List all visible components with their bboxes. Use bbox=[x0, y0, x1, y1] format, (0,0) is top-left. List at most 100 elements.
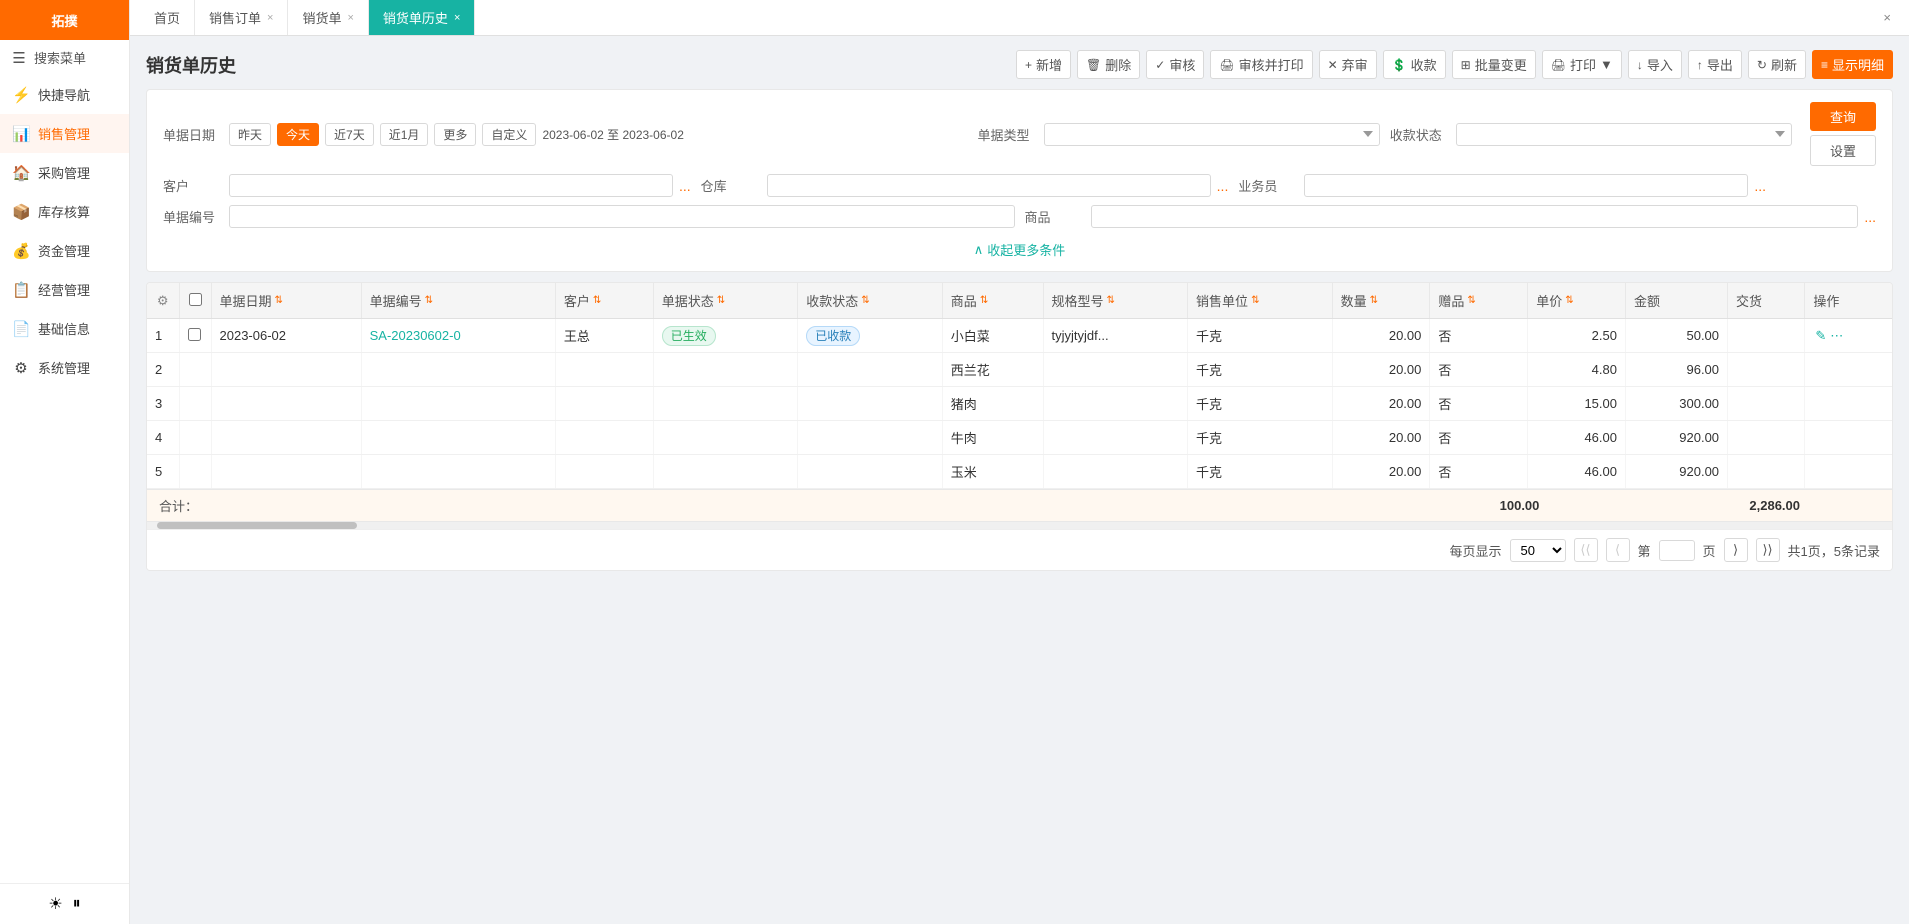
sidebar-item-purchase[interactable]: 🏠 采购管理 bbox=[0, 153, 129, 192]
customer-input[interactable] bbox=[229, 174, 673, 197]
query-button[interactable]: 查询 bbox=[1810, 102, 1876, 131]
th-date[interactable]: 单据日期 ⇅ bbox=[211, 283, 361, 319]
page-input[interactable]: 1 bbox=[1659, 540, 1695, 561]
cell-docno bbox=[361, 455, 555, 489]
date-yesterday-btn[interactable]: 昨天 bbox=[229, 123, 271, 146]
select-all-checkbox[interactable] bbox=[189, 293, 202, 306]
date-more-btn[interactable]: 更多 bbox=[434, 123, 476, 146]
sales-input[interactable] bbox=[1304, 174, 1748, 197]
cell-goods: 小白菜 bbox=[942, 319, 1043, 353]
more-action-btn[interactable]: ⋯ bbox=[1828, 328, 1845, 344]
tab-sales-outbound[interactable]: 销货单 × bbox=[288, 0, 368, 35]
th-price[interactable]: 单价 ⇅ bbox=[1528, 283, 1626, 319]
print-button[interactable]: 🖨 打印 ▼ bbox=[1542, 50, 1622, 79]
table-settings-icon[interactable]: ⚙ bbox=[157, 293, 169, 308]
cell-unit: 千克 bbox=[1188, 353, 1333, 387]
date-7days-btn[interactable]: 近7天 bbox=[325, 123, 374, 146]
sales-ellipsis[interactable]: ... bbox=[1754, 178, 1766, 194]
cell-pay-status bbox=[798, 421, 943, 455]
approve-print-button[interactable]: 🖨 审核并打印 bbox=[1210, 50, 1312, 79]
page-first-btn[interactable]: ⟨⟨ bbox=[1574, 538, 1598, 562]
tab-sales-outbound-close[interactable]: × bbox=[347, 12, 353, 24]
sidebar-item-sales[interactable]: 📊 销售管理 bbox=[0, 114, 129, 153]
sidebar-item-quick-nav[interactable]: ⚡ 快捷导航 bbox=[0, 75, 129, 114]
type-select[interactable] bbox=[1044, 123, 1380, 146]
th-checkbox[interactable] bbox=[179, 283, 211, 319]
delete-button[interactable]: 🗑 删除 bbox=[1077, 50, 1140, 79]
th-doc-status[interactable]: 单据状态 ⇅ bbox=[653, 283, 798, 319]
filter-row-3: 单据编号 商品 ... bbox=[163, 205, 1876, 228]
sales-filter-field: 业务员 ... bbox=[1238, 174, 1766, 197]
th-qty[interactable]: 数量 ⇅ bbox=[1332, 283, 1430, 319]
date-1month-btn[interactable]: 近1月 bbox=[380, 123, 429, 146]
tab-sales-order-close[interactable]: × bbox=[267, 12, 273, 24]
tab-sales-history-close[interactable]: × bbox=[454, 12, 460, 24]
import-button[interactable]: ↓ 导入 bbox=[1628, 50, 1682, 79]
sidebar-item-finance[interactable]: 💰 资金管理 bbox=[0, 231, 129, 270]
scrollbar-thumb[interactable] bbox=[157, 522, 357, 529]
date-custom-btn[interactable]: 自定义 bbox=[482, 123, 536, 146]
cell-checkbox[interactable] bbox=[179, 353, 211, 387]
docno-link[interactable]: SA-20230602-0 bbox=[370, 328, 461, 343]
approve-button[interactable]: ✓ 审核 bbox=[1146, 50, 1204, 79]
print-icon: 🖨 bbox=[1551, 58, 1566, 72]
cell-checkbox[interactable] bbox=[179, 387, 211, 421]
new-button[interactable]: + 新增 bbox=[1016, 50, 1071, 79]
cell-gift: 否 bbox=[1430, 353, 1528, 387]
horizontal-scrollbar[interactable] bbox=[147, 521, 1892, 529]
docno-input[interactable] bbox=[229, 205, 1015, 228]
cell-pay-status bbox=[798, 387, 943, 421]
goods-input[interactable] bbox=[1091, 205, 1859, 228]
cell-delivery bbox=[1728, 319, 1805, 353]
cell-checkbox[interactable] bbox=[179, 319, 211, 353]
tab-home[interactable]: 首页 bbox=[140, 0, 195, 35]
cell-gift: 否 bbox=[1430, 319, 1528, 353]
page-content: 销货单历史 + 新增 🗑 删除 ✓ 审核 🖨 审核并打印 bbox=[130, 36, 1909, 924]
page-size-select[interactable]: 50 100 200 bbox=[1510, 539, 1566, 562]
export-button[interactable]: ↑ 导出 bbox=[1688, 50, 1742, 79]
date-today-btn[interactable]: 今天 bbox=[277, 123, 319, 146]
sidebar-item-system[interactable]: ⚙ 系统管理 bbox=[0, 348, 129, 387]
tab-sales-history[interactable]: 销货单历史 × bbox=[369, 0, 475, 35]
refresh-button[interactable]: ↻ 刷新 bbox=[1748, 50, 1806, 79]
collapse-button[interactable]: ∧ 收起更多条件 bbox=[974, 240, 1066, 259]
sidebar-item-label: 搜索菜单 bbox=[34, 48, 86, 67]
cell-checkbox[interactable] bbox=[179, 455, 211, 489]
th-goods[interactable]: 商品 ⇅ bbox=[942, 283, 1043, 319]
th-pay-status[interactable]: 收款状态 ⇅ bbox=[798, 283, 943, 319]
sidebar-item-search[interactable]: ☰ 搜索菜单 bbox=[0, 40, 129, 75]
th-docno[interactable]: 单据编号 ⇅ bbox=[361, 283, 555, 319]
pay-status-select[interactable] bbox=[1456, 123, 1792, 146]
th-customer[interactable]: 客户 ⇅ bbox=[555, 283, 653, 319]
edit-action-btn[interactable]: ✎ bbox=[1813, 328, 1828, 344]
batch-change-button[interactable]: ⊞ 批量变更 bbox=[1452, 50, 1536, 79]
sidebar-item-basic-info[interactable]: 📄 基础信息 bbox=[0, 309, 129, 348]
toolbar: + 新增 🗑 删除 ✓ 审核 🖨 审核并打印 ✕ 弃审 bbox=[1016, 50, 1893, 79]
customer-ellipsis[interactable]: ... bbox=[679, 178, 691, 194]
th-unit[interactable]: 销售单位 ⇅ bbox=[1188, 283, 1333, 319]
th-spec[interactable]: 规格型号 ⇅ bbox=[1043, 283, 1188, 319]
collect-button[interactable]: 💲 收款 bbox=[1383, 50, 1446, 79]
tab-sales-order[interactable]: 销售订单 × bbox=[195, 0, 288, 35]
th-amount: 金额 bbox=[1625, 283, 1727, 319]
window-close-btn[interactable]: × bbox=[1875, 8, 1899, 27]
warehouse-input[interactable] bbox=[767, 174, 1211, 197]
sidebar-item-inventory[interactable]: 📦 库存核算 bbox=[0, 192, 129, 231]
cell-checkbox[interactable] bbox=[179, 421, 211, 455]
warehouse-ellipsis[interactable]: ... bbox=[1217, 178, 1229, 194]
goods-ellipsis[interactable]: ... bbox=[1864, 209, 1876, 225]
show-detail-button[interactable]: ≡ 显示明细 bbox=[1812, 50, 1893, 79]
row-checkbox[interactable] bbox=[188, 328, 201, 341]
tab-sales-history-label: 销货单历史 bbox=[383, 8, 448, 27]
sidebar-bottom-icon1[interactable]: ☀ bbox=[48, 894, 62, 914]
filter-settings-button[interactable]: 设置 bbox=[1810, 135, 1876, 166]
sidebar-item-operations[interactable]: 📋 经营管理 bbox=[0, 270, 129, 309]
page-next-btn[interactable]: ⟩ bbox=[1724, 538, 1748, 562]
page-prev-btn[interactable]: ⟨ bbox=[1606, 538, 1630, 562]
page-last-btn[interactable]: ⟩⟩ bbox=[1756, 538, 1780, 562]
th-settings[interactable]: ⚙ bbox=[147, 283, 179, 319]
revoke-button[interactable]: ✕ 弃审 bbox=[1319, 50, 1377, 79]
th-gift[interactable]: 赠品 ⇅ bbox=[1430, 283, 1528, 319]
sidebar-bottom-icon2[interactable]: ⏸ bbox=[73, 895, 81, 913]
data-table: ⚙ 单据日期 ⇅ 单据编号 bbox=[147, 283, 1892, 489]
